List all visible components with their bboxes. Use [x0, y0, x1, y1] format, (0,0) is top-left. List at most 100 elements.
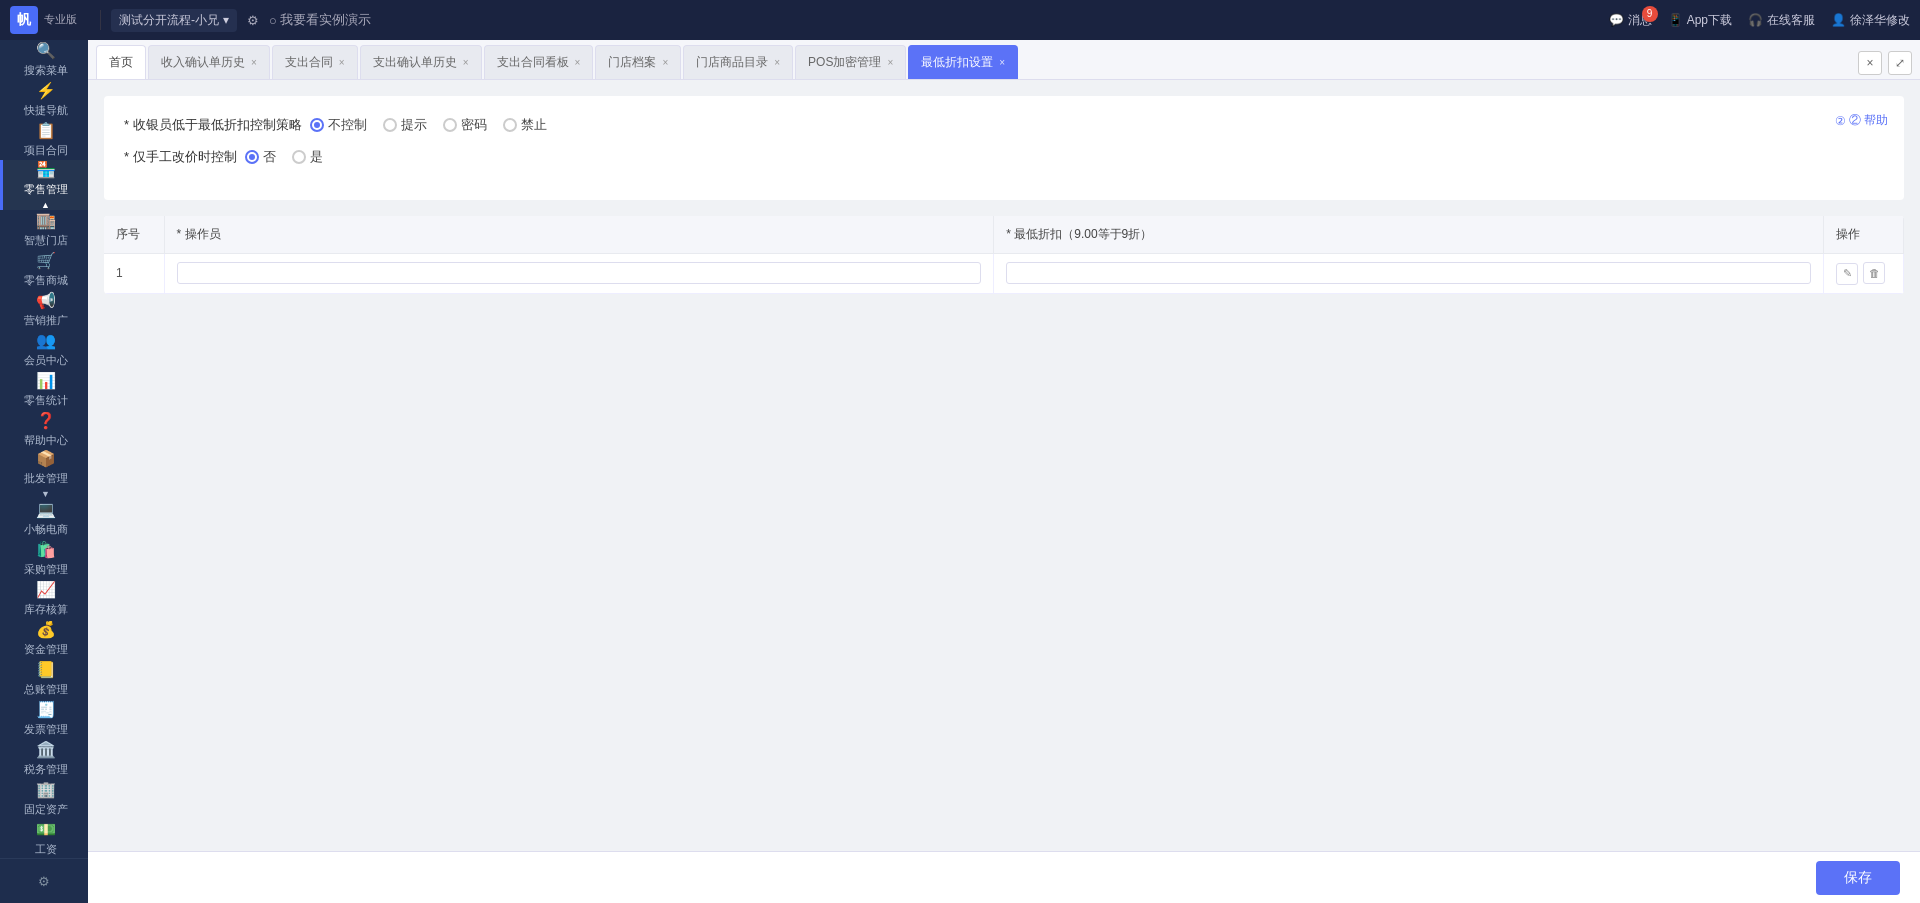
radio-forbidden-label: 禁止: [521, 116, 547, 134]
tab-selector[interactable]: 测试分开流程-小兄 ▾: [111, 9, 237, 32]
sidebar-item-batch[interactable]: 📦 批发管理 ▼: [0, 449, 88, 499]
save-button[interactable]: 保存: [1816, 861, 1900, 895]
tab-close-icon[interactable]: ×: [774, 57, 780, 68]
min-discount-input[interactable]: [1006, 262, 1811, 284]
sidebar-item-marketing[interactable]: 📢 营销推广: [0, 289, 88, 329]
seq-value: 1: [116, 266, 123, 280]
sidebar-item-label: 库存核算: [24, 602, 68, 617]
sidebar-item-online-store[interactable]: 🛒 零售商城: [0, 250, 88, 290]
sidebar-item-project[interactable]: 📋 项目合同: [0, 120, 88, 160]
online-service-btn[interactable]: 🎧 在线客服: [1748, 12, 1815, 29]
sidebar-item-label: 零售统计: [24, 393, 68, 408]
sidebar-item-tax[interactable]: 🏛️ 税务管理: [0, 738, 88, 778]
strategy-radio-group: 不控制 提示 密码 禁止: [310, 116, 547, 134]
sidebar-item-accounting[interactable]: 📒 总账管理: [0, 659, 88, 699]
ecommerce-icon: 💻: [36, 500, 56, 519]
radio-prompt[interactable]: 提示: [383, 116, 427, 134]
sidebar-item-retail-stat[interactable]: 📊 零售统计: [0, 369, 88, 409]
sidebar-item-label: 零售管理: [24, 182, 68, 197]
app-download-btn[interactable]: 📱 App下载: [1668, 12, 1732, 29]
settings-icon-btn[interactable]: ⚙: [247, 13, 259, 28]
sidebar-item-smart-store[interactable]: 🏬 智慧门店: [0, 210, 88, 250]
sidebar-item-ecommerce[interactable]: 💻 小畅电商: [0, 499, 88, 539]
radio-no-control[interactable]: 不控制: [310, 116, 367, 134]
sidebar-item-retail[interactable]: 🏪 零售管理 ▲: [0, 160, 88, 210]
tab-store-archive[interactable]: 门店档案 ×: [595, 45, 681, 79]
radio-forbidden[interactable]: 禁止: [503, 116, 547, 134]
settings-btn[interactable]: ⚙: [0, 859, 88, 903]
tab-min-discount[interactable]: 最低折扣设置 ×: [908, 45, 1018, 79]
sidebar-item-salary[interactable]: 💵 工资: [0, 818, 88, 858]
close-tab-btn[interactable]: ×: [1858, 51, 1882, 75]
radio-no-label: 否: [263, 148, 276, 166]
tab-close-icon[interactable]: ×: [251, 57, 257, 68]
demo-label: 我要看实例演示: [280, 11, 371, 29]
chevron-down-icon: ▾: [223, 13, 229, 27]
message-badge: 9: [1642, 6, 1658, 22]
tab-close-icon[interactable]: ×: [887, 57, 893, 68]
sidebar-item-label: 帮助中心: [24, 433, 68, 448]
demo-link[interactable]: ○ 我要看实例演示: [269, 11, 371, 29]
tab-payment-contract[interactable]: 支出合同 ×: [272, 45, 358, 79]
smart-store-icon: 🏬: [36, 211, 56, 230]
online-service-label: 在线客服: [1767, 12, 1815, 29]
radio-no[interactable]: 否: [245, 148, 276, 166]
sidebar-item-inventory[interactable]: 📈 库存核算: [0, 579, 88, 619]
tab-bar: 首页 收入确认单历史 × 支出合同 × 支出确认单历史 × 支出合同看板 × 门…: [88, 40, 1920, 80]
tab-close-icon[interactable]: ×: [999, 57, 1005, 68]
sidebar-item-member[interactable]: 👥 会员中心: [0, 329, 88, 369]
radio-yes[interactable]: 是: [292, 148, 323, 166]
table-row: 1 ✎ 🗑: [104, 254, 1904, 294]
sidebar-item-label: 固定资产: [24, 802, 68, 817]
manual-row: * 仅手工改价时控制 否 是: [124, 148, 1884, 166]
delete-row-btn[interactable]: 🗑: [1863, 262, 1885, 284]
manual-label: * 仅手工改价时控制: [124, 148, 237, 166]
tab-bar-controls: × ⤢: [1858, 51, 1912, 79]
tab-income-history[interactable]: 收入确认单历史 ×: [148, 45, 270, 79]
tab-pos-manage[interactable]: POS加密管理 ×: [795, 45, 906, 79]
tab-close-icon[interactable]: ×: [662, 57, 668, 68]
radio-password-circle: [443, 118, 457, 132]
sidebar-item-fixed-assets[interactable]: 🏢 固定资产: [0, 778, 88, 818]
operator-input[interactable]: [177, 262, 982, 284]
radio-no-control-label: 不控制: [328, 116, 367, 134]
strategy-row: * 收银员低于最低折扣控制策略 不控制 提示 密码: [124, 116, 1884, 134]
tab-payment-board[interactable]: 支出合同看板 ×: [484, 45, 594, 79]
retail-stat-icon: 📊: [36, 371, 56, 390]
radio-forbidden-circle: [503, 118, 517, 132]
edit-row-btn[interactable]: ✎: [1836, 263, 1858, 285]
help-link[interactable]: ② ② 帮助: [1835, 112, 1888, 129]
page-content: ② ② 帮助 * 收银员低于最低折扣控制策略 不控制 提示: [88, 80, 1920, 851]
sidebar-item-finance[interactable]: 💰 资金管理: [0, 619, 88, 659]
app-download-label: App下载: [1687, 12, 1732, 29]
tab-close-icon[interactable]: ×: [339, 57, 345, 68]
tab-home[interactable]: 首页: [96, 45, 146, 79]
sidebar-item-shortcut[interactable]: ⚡ 快捷导航: [0, 80, 88, 120]
sidebar-item-label: 快捷导航: [24, 103, 68, 118]
member-icon: 👥: [36, 331, 56, 350]
tab-close-icon[interactable]: ×: [463, 57, 469, 68]
sidebar-item-purchase[interactable]: 🛍️ 采购管理: [0, 539, 88, 579]
main-layout: 🔍 搜索菜单 ⚡ 快捷导航 📋 项目合同 🏪 零售管理 ▲ 🏬 智慧门店 🛒 零…: [0, 40, 1920, 903]
demo-icon: ○: [269, 13, 277, 28]
sidebar-item-search[interactable]: 🔍 搜索菜单: [0, 40, 88, 80]
sidebar-item-help[interactable]: ❓ 帮助中心: [0, 409, 88, 449]
th-actions-label: 操作: [1836, 227, 1860, 241]
top-bar: 帆 专业版 测试分开流程-小兄 ▾ ⚙ ○ 我要看实例演示 💬 消息 9 📱 A…: [0, 0, 1920, 40]
tab-payment-history[interactable]: 支出确认单历史 ×: [360, 45, 482, 79]
message-icon: 💬: [1609, 13, 1624, 27]
sidebar-item-label: 采购管理: [24, 562, 68, 577]
sidebar-item-invoice[interactable]: 🧾 发票管理: [0, 698, 88, 738]
tab-close-icon[interactable]: ×: [575, 57, 581, 68]
sidebar-item-label: 工资: [35, 842, 57, 857]
user-btn[interactable]: 👤 徐泽华修改: [1831, 12, 1910, 29]
tab-store-products[interactable]: 门店商品目录 ×: [683, 45, 793, 79]
expand-tab-btn[interactable]: ⤢: [1888, 51, 1912, 75]
message-btn[interactable]: 💬 消息 9: [1609, 12, 1652, 29]
th-seq: 序号: [104, 216, 164, 254]
retail-icon: 🏪: [36, 160, 56, 179]
data-table: 序号 * 操作员 * 最低折扣（9.00等于9折） 操作: [104, 216, 1904, 294]
radio-password[interactable]: 密码: [443, 116, 487, 134]
help-circle-icon: ②: [1835, 114, 1846, 128]
sidebar-item-label: 智慧门店: [24, 233, 68, 248]
